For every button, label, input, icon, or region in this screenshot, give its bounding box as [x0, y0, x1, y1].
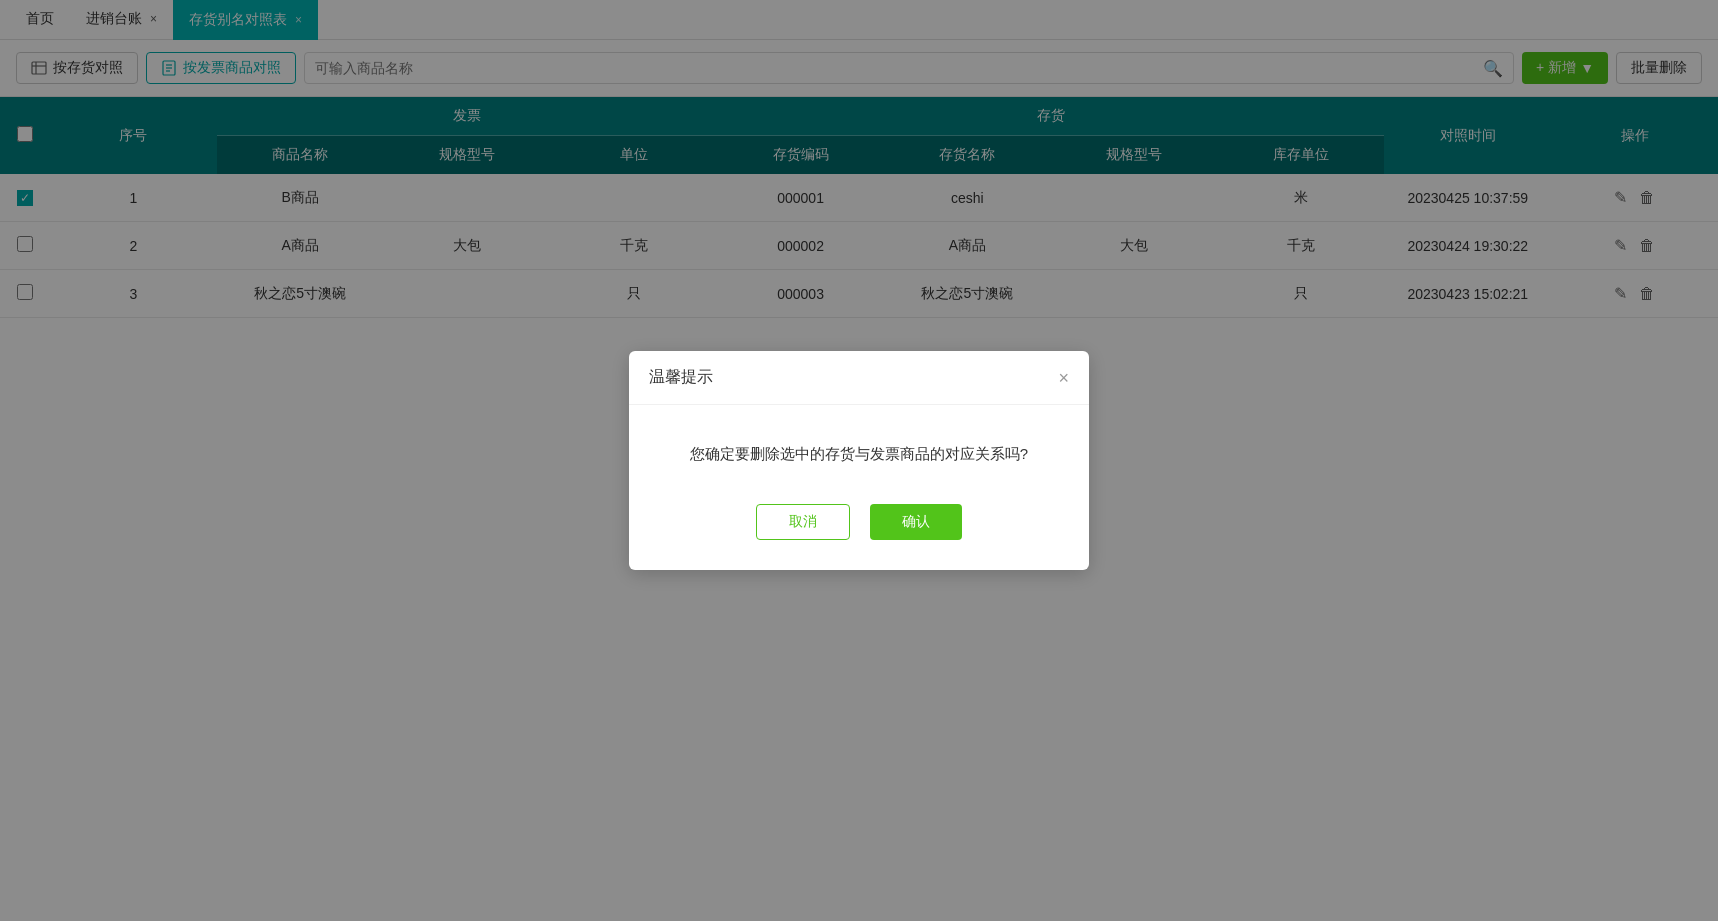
dialog-message: 您确定要删除选中的存货与发票商品的对应关系吗?	[690, 445, 1028, 462]
confirm-dialog: 温馨提示 × 您确定要删除选中的存货与发票商品的对应关系吗? 取消 确认	[629, 351, 1089, 570]
overlay: 温馨提示 × 您确定要删除选中的存货与发票商品的对应关系吗? 取消 确认	[0, 0, 1718, 921]
dialog-header: 温馨提示 ×	[629, 351, 1089, 405]
dialog-close-button[interactable]: ×	[1058, 369, 1069, 387]
confirm-button[interactable]: 确认	[870, 504, 962, 540]
dialog-body: 您确定要删除选中的存货与发票商品的对应关系吗?	[629, 405, 1089, 494]
dialog-footer: 取消 确认	[629, 494, 1089, 570]
dialog-title: 温馨提示	[649, 367, 713, 388]
cancel-button[interactable]: 取消	[756, 504, 850, 540]
